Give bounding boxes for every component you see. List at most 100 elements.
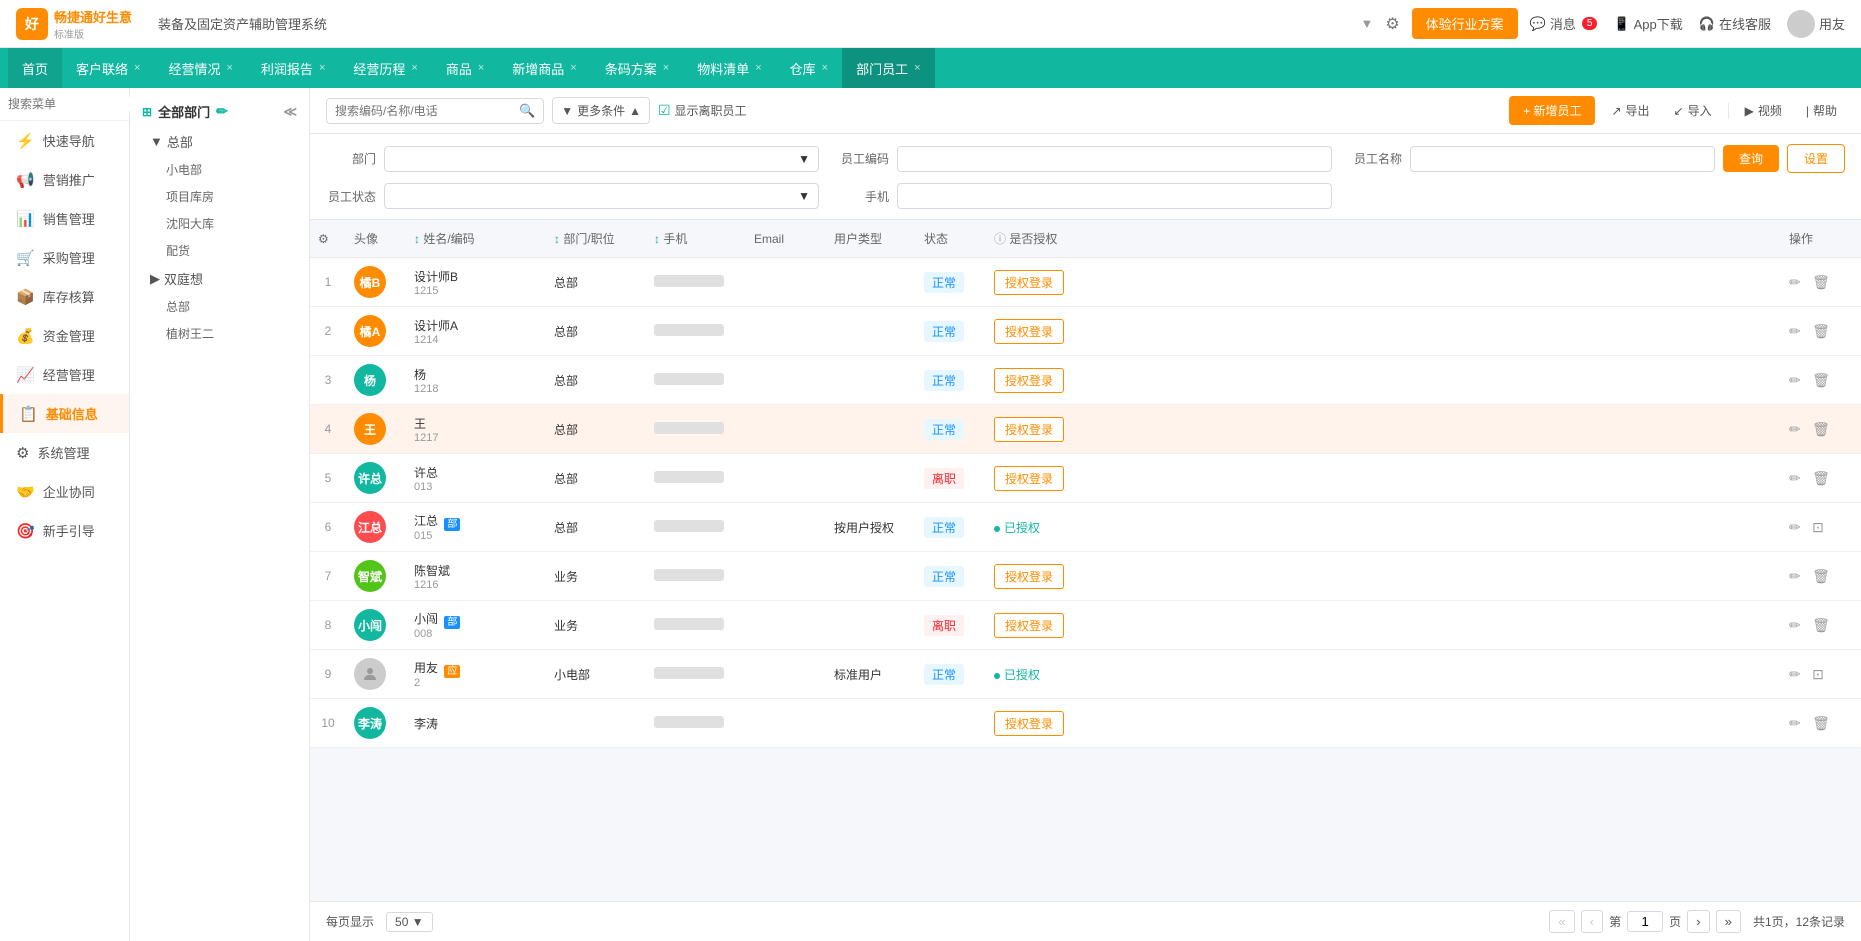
import-btn[interactable]: ↙ 导入 (1666, 98, 1720, 123)
nav-item-dept[interactable]: 部门员工 × (842, 48, 934, 88)
first-page-btn[interactable]: « (1549, 910, 1574, 933)
edit-btn[interactable]: ✏ (1789, 617, 1801, 633)
edit-btn[interactable]: ✏ (1789, 519, 1801, 535)
dropdown-icon[interactable]: ▼ (1360, 16, 1373, 31)
sidebar-search[interactable]: 🔍 (0, 88, 129, 121)
sidebar-item-collab[interactable]: 🤝 企业协同 (0, 472, 129, 511)
edit-btn[interactable]: ✏ (1789, 274, 1801, 290)
export-btn[interactable]: ↗ 导出 (1603, 98, 1657, 123)
close-icon[interactable]: × (226, 62, 232, 74)
delete-btn[interactable]: 🗑 (1812, 372, 1830, 388)
auth-btn[interactable]: 授权登录 (994, 711, 1064, 736)
close-icon[interactable]: × (663, 62, 669, 74)
emp-code-input[interactable] (897, 146, 1332, 172)
delete-btn[interactable]: 🗑 (1812, 715, 1830, 731)
settings-icon[interactable]: ⚙ (318, 232, 329, 246)
sidebar-item-system[interactable]: ⚙ 系统管理 (0, 433, 129, 472)
close-icon[interactable]: × (478, 62, 484, 74)
auth-btn[interactable]: 授权登录 (994, 417, 1064, 442)
close-icon[interactable]: × (134, 62, 140, 74)
dept-child-planting[interactable]: 植树王二 (130, 320, 309, 347)
delete-btn[interactable]: 🗑 (1812, 617, 1830, 633)
page-input[interactable] (1627, 911, 1663, 932)
sidebar-item-fast-nav[interactable]: ⚡ 快速导航 (0, 121, 129, 160)
close-icon[interactable]: × (914, 62, 920, 74)
close-icon[interactable]: × (411, 62, 417, 74)
nav-item-warehouse[interactable]: 仓库 × (776, 48, 842, 88)
prev-page-btn[interactable]: ‹ (1581, 910, 1603, 933)
dept-node-double[interactable]: ▶ 双庭想 (130, 264, 309, 293)
set-btn[interactable]: 设置 (1787, 144, 1845, 173)
delete-btn[interactable]: 🗑 (1812, 274, 1830, 290)
nav-item-operation[interactable]: 经营情况 × (154, 48, 246, 88)
auth-btn[interactable]: 授权登录 (994, 368, 1064, 393)
delete-btn[interactable]: 🗑 (1812, 568, 1830, 584)
nav-item-barcode[interactable]: 条码方案 × (591, 48, 683, 88)
delete-btn[interactable]: 🗑 (1812, 470, 1830, 486)
auth-btn[interactable]: 授权登录 (994, 613, 1064, 638)
close-icon[interactable]: × (570, 62, 576, 74)
dept-child-shenyang[interactable]: 沈阳大库 (130, 210, 309, 237)
dept-child-distribution[interactable]: 配货 (130, 237, 309, 264)
dept-edit-icon[interactable]: ✏ (216, 103, 228, 120)
sidebar-item-purchase[interactable]: 🛒 采购管理 (0, 238, 129, 277)
nav-item-home[interactable]: 首页 (8, 48, 62, 88)
sidebar-item-inventory[interactable]: 📦 库存核算 (0, 277, 129, 316)
copy-btn[interactable]: ⊡ (1812, 666, 1824, 682)
emp-status-select[interactable]: ▼ (384, 183, 819, 209)
edit-btn[interactable]: ✏ (1789, 421, 1801, 437)
close-icon[interactable]: × (319, 62, 325, 74)
auth-btn[interactable]: 授权登录 (994, 319, 1064, 344)
auth-btn[interactable]: 授权登录 (994, 466, 1064, 491)
settings-icon[interactable]: ⚙ (1385, 14, 1399, 34)
app-download-btn[interactable]: 📱 App下载 (1613, 14, 1682, 33)
edit-btn[interactable]: ✏ (1789, 568, 1801, 584)
add-employee-btn[interactable]: + 新增员工 (1509, 96, 1595, 125)
edit-btn[interactable]: ✏ (1789, 715, 1801, 731)
edit-btn[interactable]: ✏ (1789, 372, 1801, 388)
sidebar-item-marketing[interactable]: 📢 营销推广 (0, 160, 129, 199)
nav-item-goods[interactable]: 商品 × (432, 48, 498, 88)
nav-item-history[interactable]: 经营历程 × (339, 48, 431, 88)
dept-node-headquarter[interactable]: ▼ 总部 (130, 127, 309, 156)
auth-btn[interactable]: 授权登录 (994, 270, 1064, 295)
close-icon[interactable]: × (822, 62, 828, 74)
search-input[interactable] (335, 104, 515, 118)
edit-btn[interactable]: ✏ (1789, 666, 1801, 682)
last-page-btn[interactable]: » (1716, 910, 1741, 933)
edit-btn[interactable]: ✏ (1789, 470, 1801, 486)
dept-collapse-icon[interactable]: ≪ (283, 104, 297, 120)
next-page-btn[interactable]: › (1687, 910, 1709, 933)
phone-input[interactable] (897, 183, 1332, 209)
nav-item-customer[interactable]: 客户联络 × (62, 48, 154, 88)
dept-child-project[interactable]: 项目库房 (130, 183, 309, 210)
dept-child-hq[interactable]: 总部 (130, 293, 309, 320)
info-icon[interactable]: ⓘ (994, 232, 1006, 246)
message-btn[interactable]: 💬 消息 5 (1530, 14, 1598, 33)
auth-btn[interactable]: 授权登录 (994, 564, 1064, 589)
dept-child-small-elec[interactable]: 小电部 (130, 156, 309, 183)
help-btn[interactable]: | 帮助 (1798, 98, 1845, 123)
close-icon[interactable]: × (755, 62, 761, 74)
nav-item-profit[interactable]: 利润报告 × (247, 48, 339, 88)
dept-select[interactable]: ▼ (384, 146, 819, 172)
delete-btn[interactable]: 🗑 (1812, 421, 1830, 437)
video-btn[interactable]: ▶ 视频 (1737, 98, 1790, 123)
nav-item-new-goods[interactable]: 新增商品 × (498, 48, 590, 88)
copy-btn[interactable]: ⊡ (1812, 519, 1824, 535)
show-resigned-toggle[interactable]: ☑ 显示离职员工 (658, 102, 747, 119)
sidebar-item-business[interactable]: 📈 经营管理 (0, 355, 129, 394)
sidebar-item-guide[interactable]: 🎯 新手引导 (0, 511, 129, 550)
sidebar-item-basic-info[interactable]: 📋 基础信息 (0, 394, 129, 433)
user-btn[interactable]: 用友 (1787, 10, 1845, 38)
search-wrap[interactable]: 🔍 (326, 98, 544, 124)
more-filter-btn[interactable]: ▼ 更多条件 ▲ (552, 97, 650, 124)
online-service-btn[interactable]: 🎧 在线客服 (1699, 14, 1771, 33)
nav-item-bom[interactable]: 物料清单 × (683, 48, 775, 88)
sidebar-item-sales[interactable]: 📊 销售管理 (0, 199, 129, 238)
sidebar-item-finance[interactable]: 💰 资金管理 (0, 316, 129, 355)
query-btn[interactable]: 查询 (1723, 145, 1779, 172)
emp-name-input[interactable] (1410, 146, 1715, 172)
edit-btn[interactable]: ✏ (1789, 323, 1801, 339)
per-page-select[interactable]: 50 ▼ (386, 912, 433, 932)
